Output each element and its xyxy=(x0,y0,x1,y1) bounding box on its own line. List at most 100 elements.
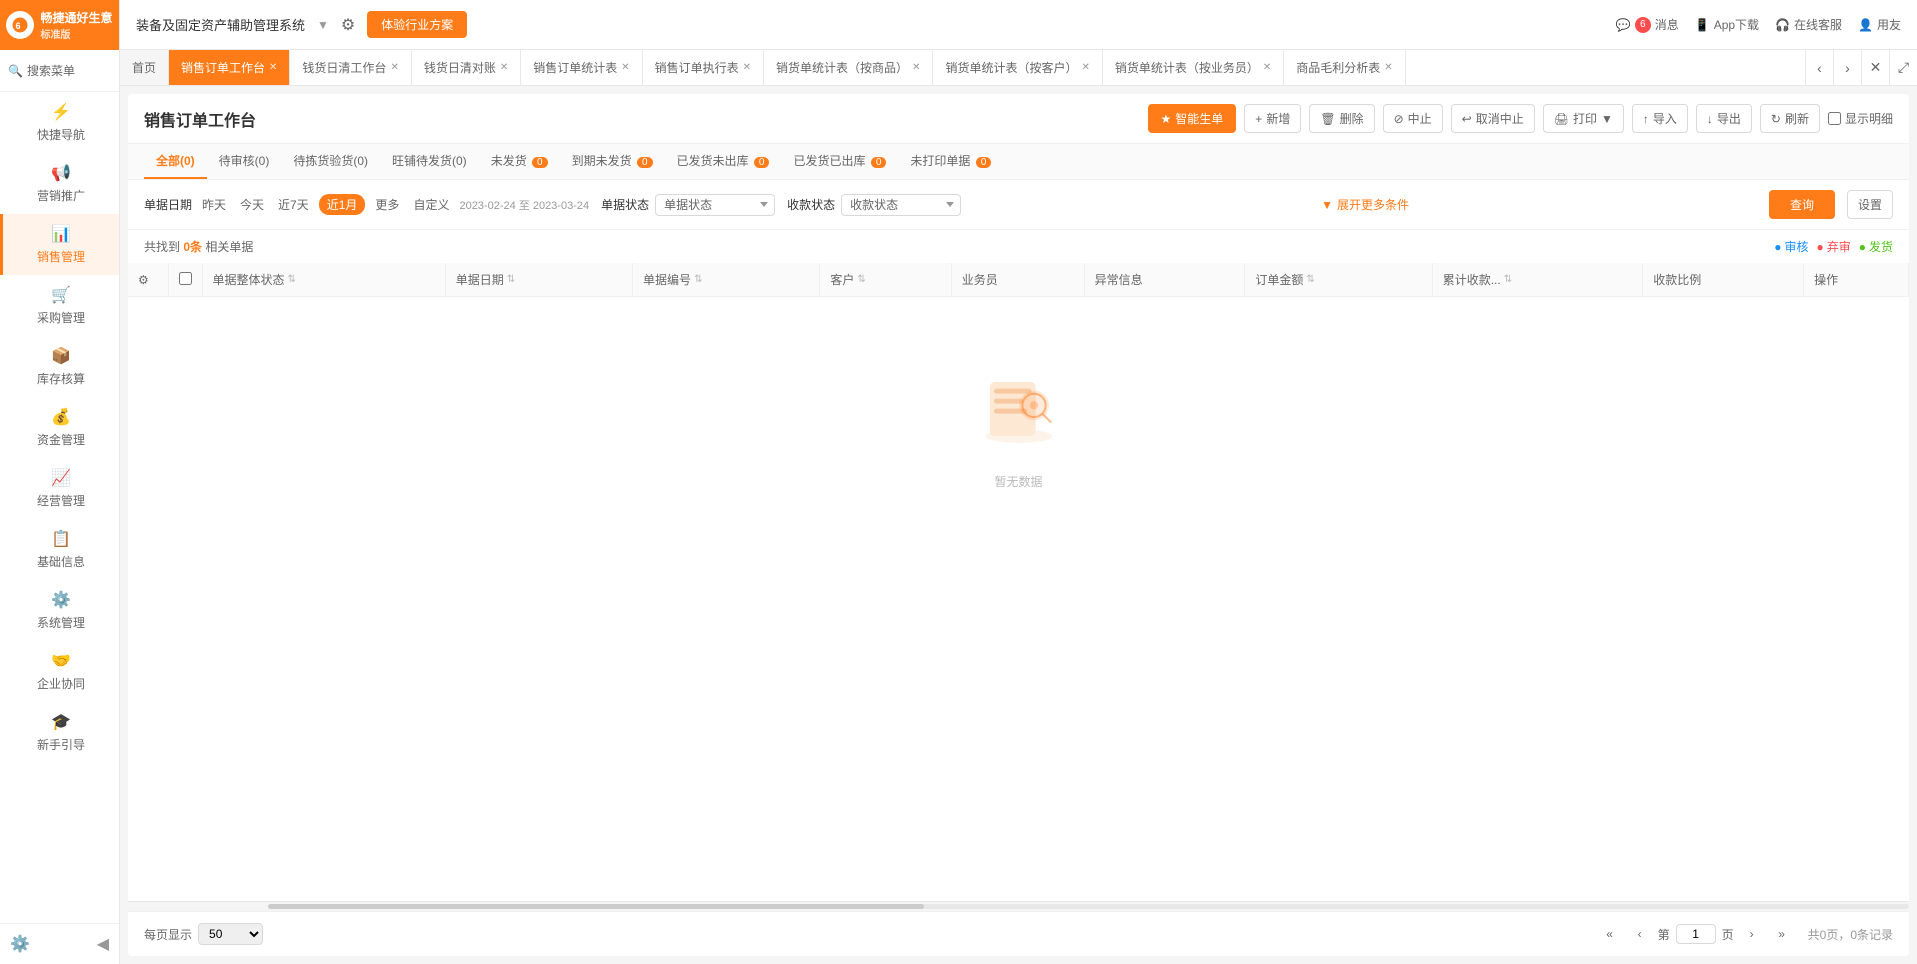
tab-sales-workbench-label: 销售订单工作台 xyxy=(181,59,265,76)
column-settings-icon[interactable]: ⚙ xyxy=(138,273,149,287)
sub-tab-overdue-not-shipped[interactable]: 到期未发货 0 xyxy=(560,144,665,179)
sub-tab-pending-review[interactable]: 待审核(0) xyxy=(207,144,282,179)
sort-customer-icon[interactable]: ⇅ xyxy=(857,274,865,285)
sidebar-item-system[interactable]: ⚙️ 系统管理 xyxy=(0,580,119,641)
payment-select[interactable]: 收款状态 xyxy=(841,194,961,216)
page-last-button[interactable]: » xyxy=(1770,922,1794,946)
sidebar-item-guide[interactable]: 🎓 新手引导 xyxy=(0,702,119,763)
status-select[interactable]: 单据状态 xyxy=(655,194,775,216)
page-prev-button[interactable]: ‹ xyxy=(1628,922,1652,946)
sub-tab-not-printed[interactable]: 未打印单据 0 xyxy=(898,144,1003,179)
th-staff-label: 业务员 xyxy=(962,273,998,287)
tab-product-margin[interactable]: 商品毛利分析表 ✕ xyxy=(1284,50,1405,86)
message-button[interactable]: 💬 6 消息 xyxy=(1616,16,1679,33)
stop-button[interactable]: ⊘ 中止 xyxy=(1383,104,1443,133)
tab-sales-order-exec-label: 销售订单执行表 xyxy=(655,59,739,76)
date-btn-yesterday[interactable]: 昨天 xyxy=(198,194,230,215)
settings-icon[interactable]: ⚙️ xyxy=(10,934,30,954)
scrollbar-thumb[interactable] xyxy=(268,904,924,909)
page-first-button[interactable]: « xyxy=(1598,922,1622,946)
horizontal-scrollbar[interactable] xyxy=(128,901,1909,911)
tab-sales-workbench[interactable]: 销售订单工作台 ✕ xyxy=(169,50,290,86)
tab-home[interactable]: 首页 xyxy=(120,50,169,86)
dropdown-icon[interactable]: ▼ xyxy=(317,18,329,32)
page-size-label: 每页显示 xyxy=(144,926,192,943)
print-button[interactable]: 🖨 打印 ▼ xyxy=(1543,104,1624,133)
tab-sales-stats-staff[interactable]: 销货单统计表（按业务员） ✕ xyxy=(1103,50,1284,86)
date-btn-custom[interactable]: 自定义 xyxy=(409,194,453,215)
sidebar-item-marketing[interactable]: 📢 营销推广 xyxy=(0,153,119,214)
sidebar-item-operations[interactable]: 📈 经营管理 xyxy=(0,458,119,519)
deliver-button[interactable]: ● 发货 xyxy=(1859,238,1893,255)
sub-tab-pending-inspect[interactable]: 待拣货验货(0) xyxy=(281,144,380,179)
tab-product-margin-close[interactable]: ✕ xyxy=(1384,62,1392,73)
smart-generate-button[interactable]: ★ 智能生单 xyxy=(1148,104,1237,133)
sidebar-item-finance[interactable]: 💰 资金管理 xyxy=(0,397,119,458)
sidebar-item-enterprise[interactable]: 🤝 企业协同 xyxy=(0,641,119,702)
page-size-select[interactable]: 20 50 100 xyxy=(198,923,263,945)
tab-sales-order-stats[interactable]: 销售订单统计表 ✕ xyxy=(521,50,642,86)
user-button[interactable]: 👤 用友 xyxy=(1858,16,1901,33)
sub-tab-shipped-out[interactable]: 已发货已出库 0 xyxy=(781,144,898,179)
sub-tab-wangpu-deliver[interactable]: 旺铺待发货(0) xyxy=(380,144,479,179)
sub-tab-all[interactable]: 全部(0) xyxy=(144,144,207,179)
date-btn-today[interactable]: 今天 xyxy=(236,194,268,215)
online-service-button[interactable]: 🎧 在线客服 xyxy=(1775,16,1842,33)
tab-scroll-right[interactable]: › xyxy=(1833,50,1861,86)
tab-sales-order-exec-close[interactable]: ✕ xyxy=(743,62,751,73)
tab-sales-stats-customer[interactable]: 销货单统计表（按客户） ✕ xyxy=(933,50,1102,86)
tab-close-all[interactable]: ✕ xyxy=(1861,50,1889,86)
tab-cash-daily[interactable]: 钱货日清工作台 ✕ xyxy=(290,50,411,86)
sidebar-item-basic-info[interactable]: 📋 基础信息 xyxy=(0,519,119,580)
settings-filter-button[interactable]: 设置 xyxy=(1847,190,1893,219)
tab-cash-reconcile-close[interactable]: ✕ xyxy=(500,62,508,73)
tab-cash-daily-close[interactable]: ✕ xyxy=(390,62,398,73)
show-detail-checkbox[interactable] xyxy=(1828,112,1841,125)
sort-number-icon[interactable]: ⇅ xyxy=(694,274,702,285)
tab-fullscreen[interactable]: ⤢ xyxy=(1889,50,1917,86)
tab-sales-stats-product[interactable]: 销货单统计表（按商品） ✕ xyxy=(764,50,933,86)
expand-filter-button[interactable]: ▼ 展开更多条件 xyxy=(1321,196,1409,213)
tab-sales-order-exec[interactable]: 销售订单执行表 ✕ xyxy=(643,50,764,86)
app-download-button[interactable]: 📱 App下载 xyxy=(1695,16,1759,33)
search-menu-button[interactable]: 🔍 搜索菜单 xyxy=(8,58,111,83)
refresh-button[interactable]: ↻ 刷新 xyxy=(1760,104,1820,133)
search-button[interactable]: 查询 xyxy=(1769,190,1835,219)
sub-tab-not-shipped-label: 未发货 xyxy=(491,154,527,168)
date-btn-more[interactable]: 更多 xyxy=(371,194,403,215)
solution-button[interactable]: 体验行业方案 xyxy=(367,11,467,38)
deliver-icon: ● xyxy=(1859,240,1866,254)
tab-cash-reconcile[interactable]: 钱货日清对账 ✕ xyxy=(412,50,521,86)
sidebar-item-sales[interactable]: 📊 销售管理 xyxy=(0,214,119,275)
tab-sales-workbench-close[interactable]: ✕ xyxy=(269,62,277,73)
sort-amount-icon[interactable]: ⇅ xyxy=(1306,274,1314,285)
sidebar-item-purchase[interactable]: 🛒 采购管理 xyxy=(0,275,119,336)
settings-topbar-icon[interactable]: ⚙ xyxy=(341,15,355,35)
sort-collected-icon[interactable]: ⇅ xyxy=(1504,274,1512,285)
sidebar-item-quick-nav[interactable]: ⚡ 快捷导航 xyxy=(0,92,119,153)
select-all-checkbox[interactable] xyxy=(179,272,192,285)
tab-sales-order-stats-close[interactable]: ✕ xyxy=(621,62,629,73)
page-number-input[interactable] xyxy=(1676,924,1716,944)
import-button[interactable]: ↑ 导入 xyxy=(1632,104,1688,133)
cancel-stop-button[interactable]: ↩ 取消中止 xyxy=(1451,104,1535,133)
sort-date-icon[interactable]: ⇅ xyxy=(507,274,515,285)
tab-scroll-left[interactable]: ‹ xyxy=(1805,50,1833,86)
sub-tab-shipped-not-out[interactable]: 已发货未出库 0 xyxy=(665,144,782,179)
delete-button[interactable]: 🗑 删除 xyxy=(1309,104,1374,133)
system-name: 装备及固定资产辅助管理系统 xyxy=(136,15,305,34)
sort-status-icon[interactable]: ⇅ xyxy=(288,274,296,285)
date-btn-1month[interactable]: 近1月 xyxy=(319,194,366,215)
cancel-audit-button[interactable]: ● 弃审 xyxy=(1816,238,1850,255)
date-btn-7days[interactable]: 近7天 xyxy=(274,194,313,215)
audit-button[interactable]: ● 审核 xyxy=(1774,238,1808,255)
sidebar-item-inventory[interactable]: 📦 库存核算 xyxy=(0,336,119,397)
collapse-icon[interactable]: ◀ xyxy=(97,934,109,954)
sub-tab-not-shipped[interactable]: 未发货 0 xyxy=(479,144,560,179)
add-button[interactable]: + 新增 xyxy=(1244,104,1301,133)
export-button[interactable]: ↓ 导出 xyxy=(1696,104,1752,133)
tab-sales-stats-product-close[interactable]: ✕ xyxy=(912,62,920,73)
tab-sales-stats-customer-close[interactable]: ✕ xyxy=(1081,62,1089,73)
tab-sales-stats-staff-close[interactable]: ✕ xyxy=(1263,62,1271,73)
page-next-button[interactable]: › xyxy=(1740,922,1764,946)
